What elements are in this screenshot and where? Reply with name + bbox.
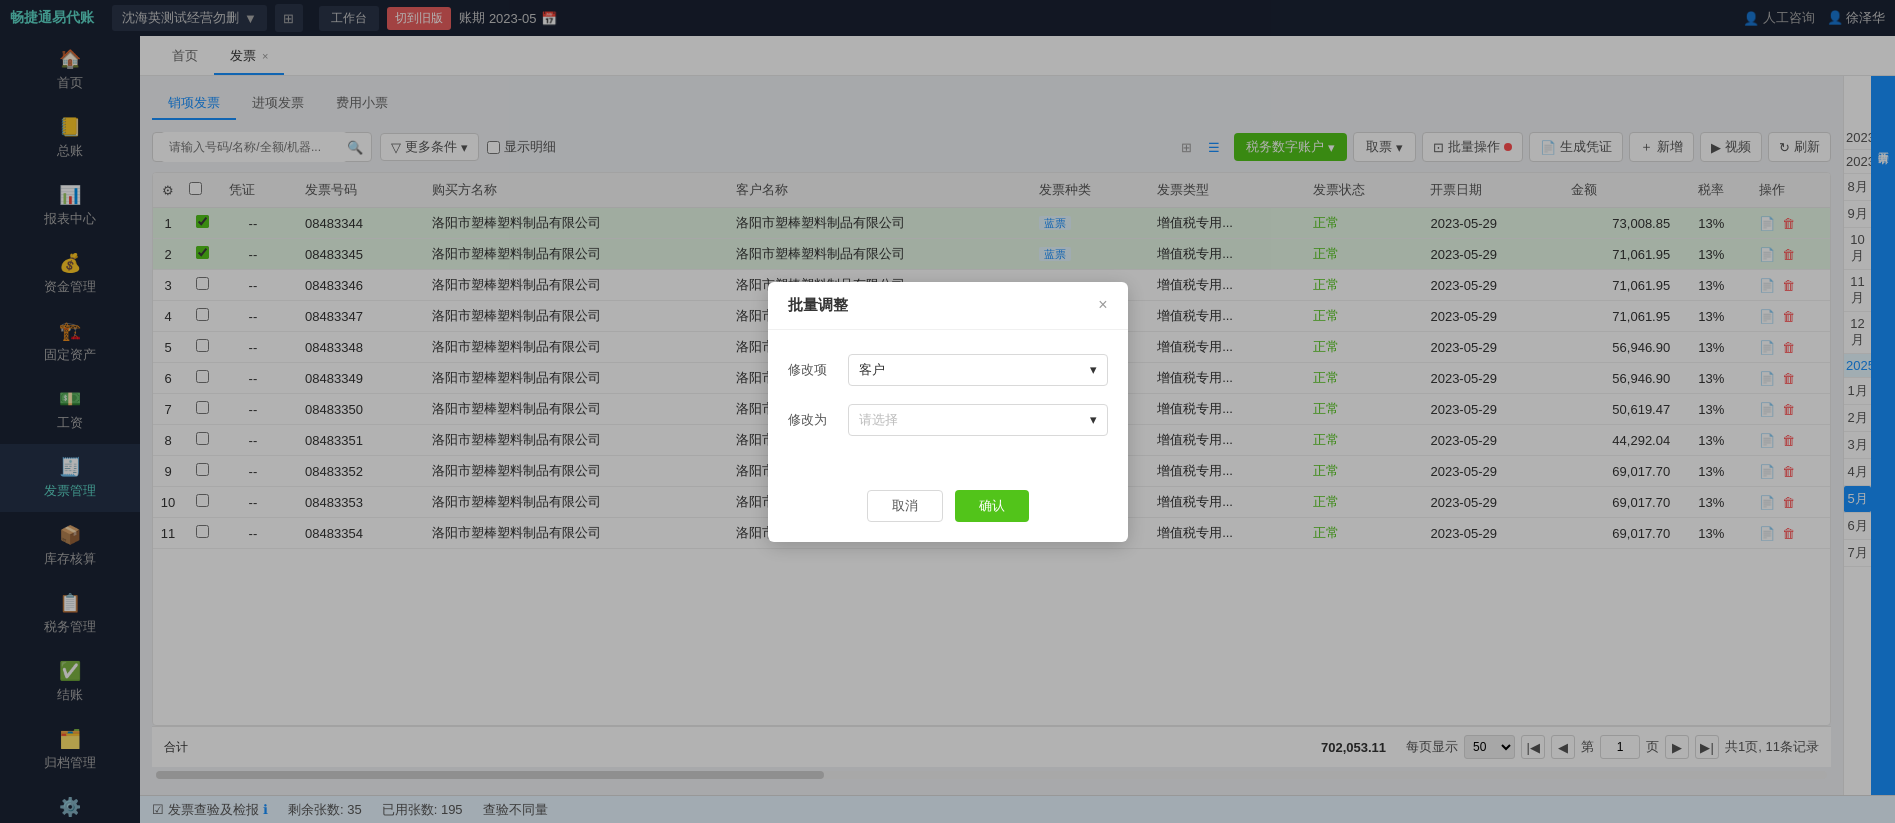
modify-field-label: 修改项 <box>788 361 848 379</box>
modal-close-btn[interactable]: × <box>1098 296 1107 314</box>
modal-body: 修改项 客户 ▾ 修改为 请选择 ▾ <box>768 330 1128 478</box>
modal-overlay: 批量调整 × 修改项 客户 ▾ 修改为 请选择 ▾ 取消 确认 <box>0 0 1895 823</box>
value-select-arrow-icon: ▾ <box>1090 412 1097 427</box>
modify-value-select[interactable]: 请选择 ▾ <box>848 404 1108 436</box>
modify-field-select[interactable]: 客户 ▾ <box>848 354 1108 386</box>
modal-title: 批量调整 <box>788 296 848 315</box>
batch-adjust-modal: 批量调整 × 修改项 客户 ▾ 修改为 请选择 ▾ 取消 确认 <box>768 282 1128 542</box>
modal-header: 批量调整 × <box>768 282 1128 330</box>
modal-footer: 取消 确认 <box>768 478 1128 542</box>
field-select-arrow-icon: ▾ <box>1090 362 1097 377</box>
modal-field-row: 修改项 客户 ▾ <box>788 354 1108 386</box>
modal-value-row: 修改为 请选择 ▾ <box>788 404 1108 436</box>
modal-confirm-btn[interactable]: 确认 <box>955 490 1029 522</box>
modify-value-label: 修改为 <box>788 411 848 429</box>
modal-cancel-btn[interactable]: 取消 <box>867 490 943 522</box>
modify-value-placeholder: 请选择 <box>859 411 898 429</box>
